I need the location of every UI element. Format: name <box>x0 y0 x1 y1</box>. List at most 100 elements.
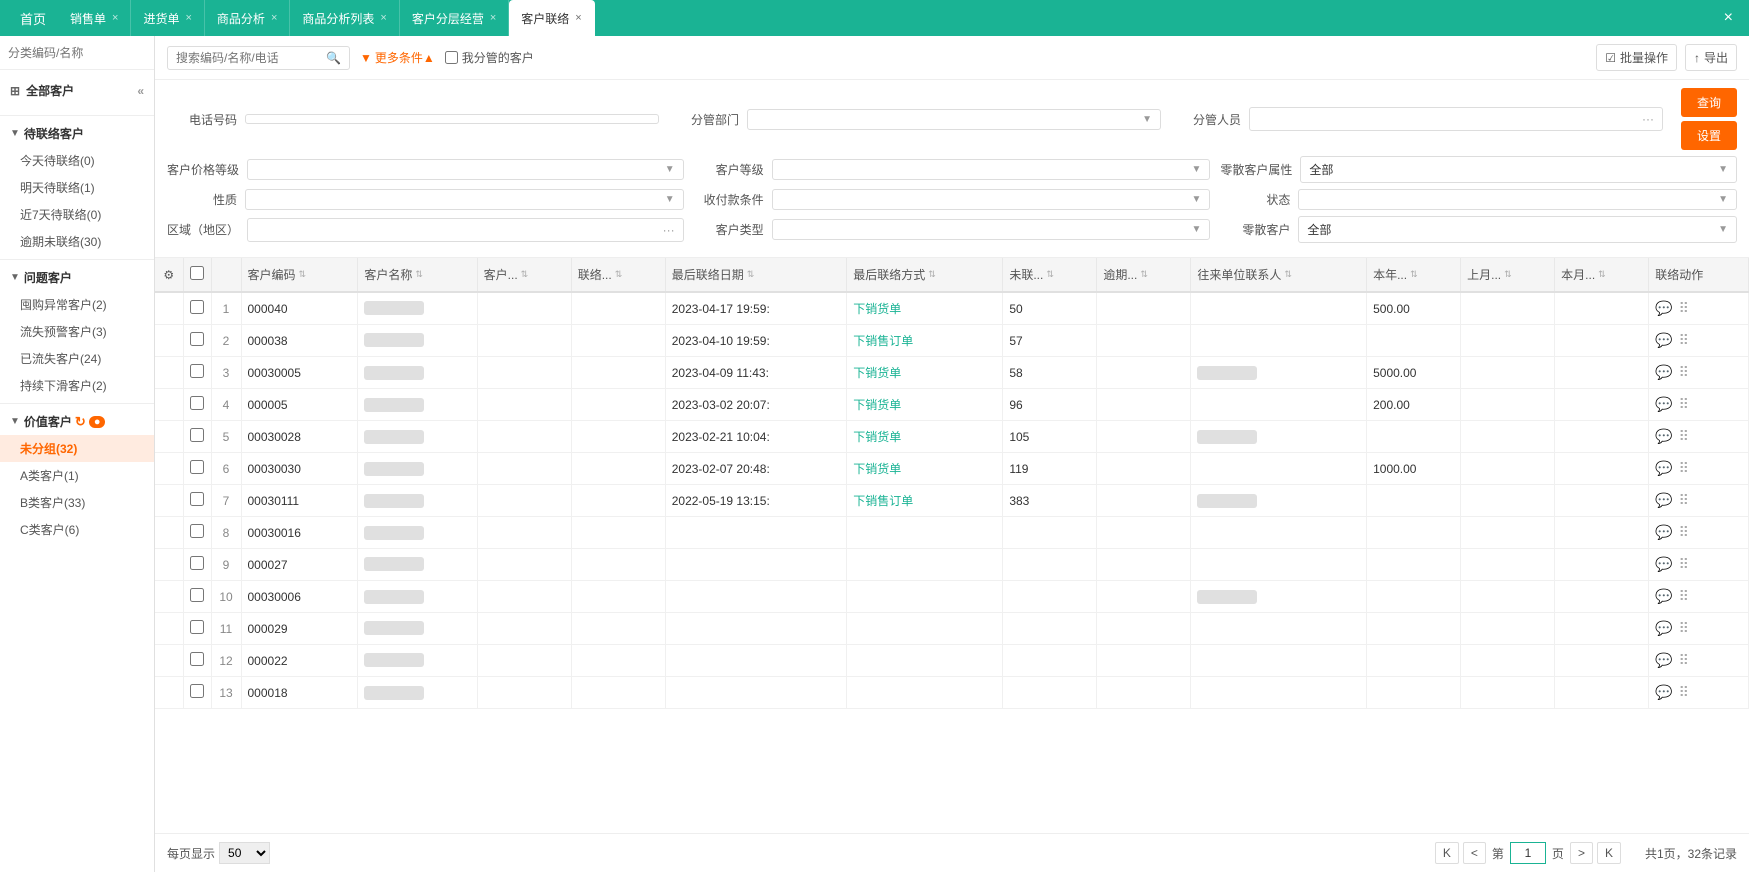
more-icon[interactable]: ⠿ <box>1679 396 1689 413</box>
last-month-col-header[interactable]: 上月...⇅ <box>1461 258 1555 292</box>
sidebar-group-pending[interactable]: ▼ 待联络客户 <box>0 120 154 147</box>
more-icon[interactable]: ⠿ <box>1679 332 1689 349</box>
tab-purchase[interactable]: 进货单 × <box>131 0 204 36</box>
close-app-button[interactable]: × <box>1716 9 1741 27</box>
phone-input[interactable] <box>245 114 659 124</box>
filter-search-input[interactable] <box>176 51 326 65</box>
tab-sales[interactable]: 销售单 × <box>58 0 131 36</box>
sidebar-item-declining[interactable]: 持续下滑客户(2) <box>0 372 154 399</box>
close-sales-tab[interactable]: × <box>112 12 118 24</box>
code-col-header[interactable]: 客户编码⇅ <box>241 258 358 292</box>
chat-icon[interactable]: 💬 <box>1655 652 1672 669</box>
query-button[interactable]: 查询 <box>1681 88 1737 117</box>
chat-icon[interactable]: 💬 <box>1655 620 1672 637</box>
settings-col-header[interactable]: ⚙ <box>155 258 183 292</box>
batch-operation-button[interactable]: ☑ 批量操作 <box>1596 44 1677 71</box>
first-page-button[interactable]: K <box>1435 842 1459 864</box>
row-checkbox[interactable] <box>190 524 204 538</box>
chat-icon[interactable]: 💬 <box>1655 332 1672 349</box>
row-checkbox[interactable] <box>190 556 204 570</box>
tab-customer-tier[interactable]: 客户分层经营 × <box>400 0 509 36</box>
row-checkbox[interactable] <box>190 428 204 442</box>
sidebar-search-input[interactable] <box>8 46 155 60</box>
more-icon[interactable]: ⠿ <box>1679 428 1689 445</box>
per-page-select[interactable]: 50 20 100 <box>219 842 270 864</box>
close-customer-tier-tab[interactable]: × <box>490 12 496 24</box>
tab-customer-contact[interactable]: 客户联络 × <box>509 0 594 36</box>
sidebar-group-problem[interactable]: ▼ 问题客户 <box>0 264 154 291</box>
sidebar-item-tomorrow-pending[interactable]: 明天待联络(1) <box>0 174 154 201</box>
unit-contact-col-header[interactable]: 往来单位联系人⇅ <box>1191 258 1367 292</box>
overdue-col-header[interactable]: 逾期...⇅ <box>1097 258 1191 292</box>
contact-method-link[interactable]: 下销货单 <box>853 366 901 380</box>
contact-method-link[interactable]: 下销货单 <box>853 430 901 444</box>
this-year-col-header[interactable]: 本年...⇅ <box>1367 258 1461 292</box>
sidebar-item-hoarding[interactable]: 囤购异常客户(2) <box>0 291 154 318</box>
nature-select[interactable]: ▼ <box>245 189 684 210</box>
chat-icon[interactable]: 💬 <box>1655 524 1672 541</box>
payment-select[interactable]: ▼ <box>772 189 1211 210</box>
contact-method-link[interactable]: 下销售订单 <box>853 494 913 508</box>
chat-icon[interactable]: 💬 <box>1655 684 1672 701</box>
chat-icon[interactable]: 💬 <box>1655 492 1672 509</box>
contact-method-link[interactable]: 下销货单 <box>853 398 901 412</box>
row-checkbox[interactable] <box>190 332 204 346</box>
row-checkbox[interactable] <box>190 364 204 378</box>
customer-type-select[interactable]: ▼ <box>772 219 1211 240</box>
row-checkbox[interactable] <box>190 492 204 506</box>
close-customer-contact-tab[interactable]: × <box>575 12 581 24</box>
more-icon[interactable]: ⠿ <box>1679 364 1689 381</box>
chat-icon[interactable]: 💬 <box>1655 364 1672 381</box>
sidebar-item-churned[interactable]: 已流失客户(24) <box>0 345 154 372</box>
more-icon[interactable]: ⠿ <box>1679 556 1689 573</box>
customer-level-select[interactable]: ▼ <box>772 159 1211 180</box>
next-page-button[interactable]: > <box>1570 842 1593 864</box>
sidebar-item-overdue-pending[interactable]: 逾期未联络(30) <box>0 228 154 255</box>
current-page-input[interactable] <box>1510 842 1546 864</box>
chat-icon[interactable]: 💬 <box>1655 460 1672 477</box>
sidebar-all-customers[interactable]: ⊞ 全部客户 « <box>0 76 154 105</box>
more-icon[interactable]: ⠿ <box>1679 684 1689 701</box>
chat-icon[interactable]: 💬 <box>1655 556 1672 573</box>
chat-icon[interactable]: 💬 <box>1655 396 1672 413</box>
more-icon[interactable]: ⠿ <box>1679 460 1689 477</box>
prev-page-button[interactable]: < <box>1463 842 1486 864</box>
contact-method-link[interactable]: 下销售订单 <box>853 334 913 348</box>
sidebar-item-ungrouped[interactable]: 未分组(32) <box>0 435 154 462</box>
refresh-icon[interactable]: ↻ <box>75 414 86 430</box>
filter-search-icon[interactable]: 🔍 <box>326 51 341 65</box>
close-product-analysis-tab[interactable]: × <box>271 12 277 24</box>
check-all-checkbox[interactable] <box>190 266 204 280</box>
last-contact-date-col-header[interactable]: 最后联络日期⇅ <box>665 258 846 292</box>
contact-col-header[interactable]: 联络...⇅ <box>571 258 665 292</box>
settings-button[interactable]: 设置 <box>1681 121 1737 150</box>
row-checkbox[interactable] <box>190 460 204 474</box>
row-checkbox[interactable] <box>190 396 204 410</box>
sidebar-item-churn-warning[interactable]: 流失预警客户(3) <box>0 318 154 345</box>
tab-home[interactable]: 首页 <box>8 9 58 28</box>
retail-attr-select[interactable]: 全部 ▼ <box>1300 156 1737 183</box>
this-month-col-header[interactable]: 本月...⇅ <box>1555 258 1649 292</box>
row-checkbox[interactable] <box>190 588 204 602</box>
more-icon[interactable]: ⠿ <box>1679 300 1689 317</box>
row-checkbox[interactable] <box>190 300 204 314</box>
more-icon[interactable]: ⠿ <box>1679 588 1689 605</box>
row-checkbox[interactable] <box>190 620 204 634</box>
tab-product-analysis-list[interactable]: 商品分析列表 × <box>290 0 399 36</box>
chat-icon[interactable]: 💬 <box>1655 428 1672 445</box>
retail-customer-select[interactable]: 全部 ▼ <box>1298 216 1737 243</box>
more-icon[interactable]: ⠿ <box>1679 492 1689 509</box>
more-icon[interactable]: ⠿ <box>1679 524 1689 541</box>
row-checkbox[interactable] <box>190 684 204 698</box>
contact-method-link[interactable]: 下销货单 <box>853 462 901 476</box>
sidebar-group-value[interactable]: ▼ 价值客户 ↻ ● <box>0 408 154 435</box>
sidebar-item-today-pending[interactable]: 今天待联络(0) <box>0 147 154 174</box>
row-checkbox[interactable] <box>190 652 204 666</box>
type-col-header[interactable]: 客户...⇅ <box>477 258 571 292</box>
sidebar-item-week-pending[interactable]: 近7天待联络(0) <box>0 201 154 228</box>
sidebar-item-class-b[interactable]: B类客户(33) <box>0 489 154 516</box>
export-button[interactable]: ↑ 导出 <box>1685 44 1737 71</box>
close-product-analysis-list-tab[interactable]: × <box>380 12 386 24</box>
price-level-select[interactable]: ▼ <box>247 159 684 180</box>
more-icon[interactable]: ⠿ <box>1679 620 1689 637</box>
